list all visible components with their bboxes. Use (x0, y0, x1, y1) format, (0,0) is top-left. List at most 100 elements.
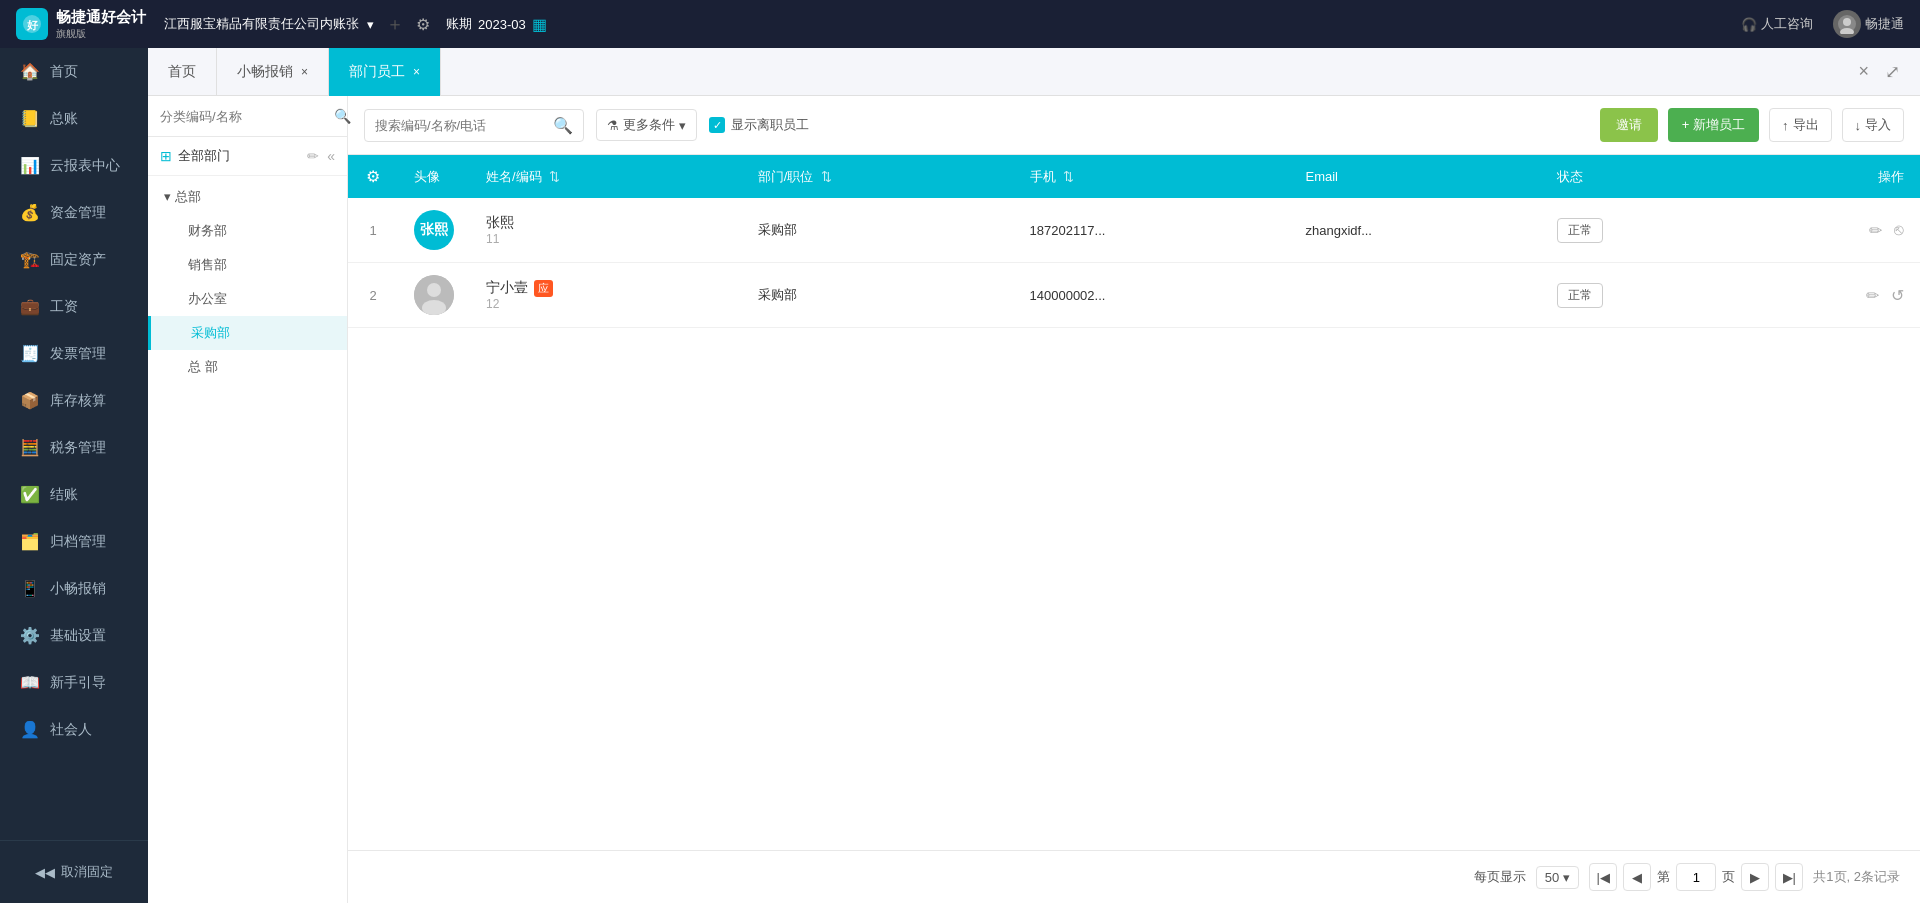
avatar-cell (398, 263, 470, 328)
export-button[interactable]: ↑ 导出 (1769, 108, 1832, 142)
sidebar-item-invoice[interactable]: 🧾 发票管理 (0, 330, 148, 377)
archive-icon: 🗂️ (20, 532, 40, 551)
employee-search-input[interactable] (375, 118, 547, 133)
tab-dept-employee[interactable]: 部门员工 × (329, 48, 441, 96)
assets-icon: 🏗️ (20, 250, 40, 269)
search-icon[interactable]: 🔍 (553, 116, 573, 135)
sidebar-item-label: 社会人 (50, 721, 92, 739)
col-settings[interactable]: ⚙ (348, 155, 398, 198)
tab-home[interactable]: 首页 (148, 48, 217, 96)
sidebar-item-settings[interactable]: ⚙️ 基础设置 (0, 612, 148, 659)
sidebar-item-tax[interactable]: 🧮 税务管理 (0, 424, 148, 471)
import-button[interactable]: ↓ 导入 (1842, 108, 1905, 142)
sidebar-item-label: 云报表中心 (50, 157, 120, 175)
col-name-code[interactable]: 姓名/编码 ⇅ (470, 155, 742, 198)
tab-dept-label: 部门员工 (349, 63, 405, 81)
show-resigned-toggle[interactable]: ✓ 显示离职员工 (709, 116, 809, 134)
show-resigned-label: 显示离职员工 (731, 116, 809, 134)
sidebar-item-social[interactable]: 👤 社会人 (0, 706, 148, 753)
import-label: 导入 (1865, 116, 1891, 134)
email-cell (1289, 263, 1541, 328)
sidebar-item-inventory[interactable]: 📦 库存核算 (0, 377, 148, 424)
chevron-down-icon: ▾ (367, 17, 374, 32)
col-phone-label: 手机 (1030, 169, 1056, 184)
avatar: 张熙 (414, 210, 454, 250)
emp-name: 宁小壹 (486, 279, 528, 297)
pin-icon: ◀◀ (35, 865, 55, 880)
sidebar-item-archive[interactable]: 🗂️ 归档管理 (0, 518, 148, 565)
period-value: 2023-03 (478, 17, 526, 32)
last-page-button[interactable]: ▶| (1775, 863, 1803, 891)
period-label: 账期 (446, 15, 472, 33)
funds-icon: 💰 (20, 203, 40, 222)
sidebar-item-guide[interactable]: 📖 新手引导 (0, 659, 148, 706)
sidebar-item-checkout[interactable]: ✅ 结账 (0, 471, 148, 518)
emp-name: 张熙 (486, 214, 726, 232)
sidebar-item-funds[interactable]: 💰 资金管理 (0, 189, 148, 236)
sidebar-item-salary[interactable]: 💼 工资 (0, 283, 148, 330)
sidebar-item-home[interactable]: 🏠 首页 (0, 48, 148, 95)
employee-panel: 🔍 ⚗ 更多条件 ▾ ✓ 显示离职员工 邀请 + 新增员工 (348, 96, 1920, 903)
add-icon[interactable]: ＋ (386, 12, 404, 36)
sidebar-item-assets[interactable]: 🏗️ 固定资产 (0, 236, 148, 283)
add-employee-button[interactable]: + 新增员工 (1668, 108, 1759, 142)
dept-item-general-hq[interactable]: 总 部 (148, 350, 347, 384)
inventory-icon: 📦 (20, 391, 40, 410)
edit-icon[interactable]: ✏ (1869, 221, 1882, 240)
status-cell: 正常 (1541, 198, 1741, 263)
app-title: 畅捷通好会计 (56, 8, 146, 27)
dept-item-sales[interactable]: 销售部 (148, 248, 347, 282)
tab-dept-close[interactable]: × (413, 65, 420, 79)
expand-icon[interactable]: ⤢ (1881, 57, 1904, 87)
sort-dept-icon: ⇅ (821, 169, 832, 184)
dept-item-office[interactable]: 办公室 (148, 282, 347, 316)
first-page-button[interactable]: |◀ (1589, 863, 1617, 891)
sidebar-item-ledger[interactable]: 📒 总账 (0, 95, 148, 142)
delete-icon[interactable]: ↺ (1891, 286, 1904, 305)
toolbar-right: 邀请 + 新增员工 ↑ 导出 ↓ 导入 (1600, 108, 1904, 142)
dept-item-procurement[interactable]: 采购部 (148, 316, 347, 350)
settings-icon[interactable]: ⚙ (416, 15, 430, 34)
company-selector[interactable]: 江西服宝精品有限责任公司内账张 ▾ (164, 15, 374, 33)
calendar-icon[interactable]: ▦ (532, 15, 547, 34)
employee-search-box: 🔍 (364, 109, 584, 142)
page-size-select[interactable]: 50 ▾ (1536, 866, 1579, 889)
tab-expense[interactable]: 小畅报销 × (217, 48, 329, 96)
close-window-icon[interactable]: × (1854, 57, 1873, 86)
dept-item-finance[interactable]: 财务部 (148, 214, 347, 248)
dept-search-input[interactable] (160, 109, 328, 124)
cancel-fixed-button[interactable]: ◀◀ 取消固定 (0, 853, 148, 891)
tab-expense-label: 小畅报销 (237, 63, 293, 81)
invite-button[interactable]: 邀请 (1600, 108, 1658, 142)
resigned-checkbox[interactable]: ✓ (709, 117, 725, 133)
headset-icon: 🎧 (1741, 17, 1757, 32)
svg-point-3 (1843, 18, 1851, 26)
status-badge: 正常 (1557, 283, 1603, 308)
col-dept-position[interactable]: 部门/职位 ⇅ (742, 155, 1014, 198)
logo-icon: 好 (16, 8, 48, 40)
avatar (1833, 10, 1861, 38)
edit-icon[interactable]: ✏ (1866, 286, 1879, 305)
service-button[interactable]: 🎧 人工咨询 (1741, 15, 1813, 33)
sidebar-item-expense[interactable]: 📱 小畅报销 (0, 565, 148, 612)
tab-expense-close[interactable]: × (301, 65, 308, 79)
sidebar-item-label: 归档管理 (50, 533, 106, 551)
dept-item-headquarter[interactable]: ▾ 总部 (148, 180, 347, 214)
page-size-value: 50 (1545, 870, 1559, 885)
logout-icon[interactable]: ⎋ (1894, 221, 1904, 240)
dept-collapse-icon[interactable]: « (327, 148, 335, 164)
col-phone[interactable]: 手机 ⇅ (1014, 155, 1290, 198)
sidebar-item-reports[interactable]: 📊 云报表中心 (0, 142, 148, 189)
employee-toolbar: 🔍 ⚗ 更多条件 ▾ ✓ 显示离职员工 邀请 + 新增员工 (348, 96, 1920, 155)
user-info[interactable]: 畅捷通 (1833, 10, 1904, 38)
dept-edit-icon[interactable]: ✏ (307, 148, 319, 164)
settings-gear-icon: ⚙️ (20, 626, 40, 645)
next-page-button[interactable]: ▶ (1741, 863, 1769, 891)
checkout-icon: ✅ (20, 485, 40, 504)
col-avatar: 头像 (398, 155, 470, 198)
more-filter-button[interactable]: ⚗ 更多条件 ▾ (596, 109, 697, 141)
page-input[interactable] (1676, 863, 1716, 891)
col-actions: 操作 (1741, 155, 1920, 198)
prev-page-button[interactable]: ◀ (1623, 863, 1651, 891)
dept-cell: 采购部 (742, 263, 1014, 328)
